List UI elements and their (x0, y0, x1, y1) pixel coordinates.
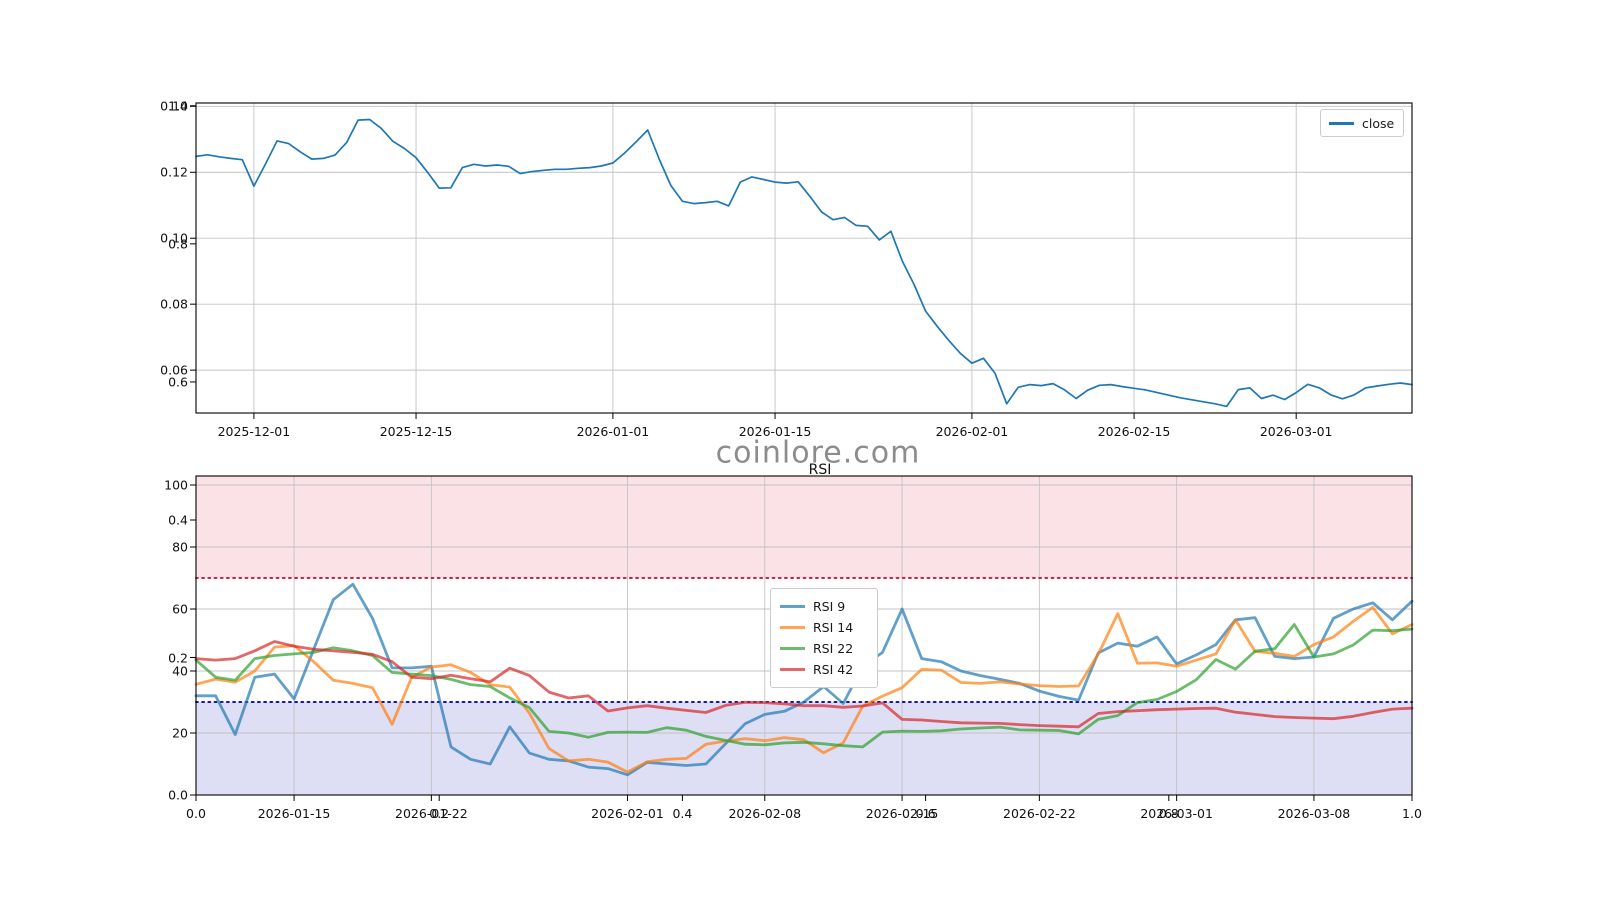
y-tick-label-secondary: 0.0 (168, 787, 188, 803)
y-tick-label-secondary: 0.8 (168, 236, 188, 252)
y-tick-label: 0.12 (160, 164, 188, 180)
x-tick-label-secondary: 0.2 (429, 806, 450, 821)
oversold-band (196, 701, 1412, 795)
rsi-legend-row: RSI 22 (780, 638, 868, 659)
x-tick-label: 2026-02-15 (1097, 424, 1171, 439)
rsi-legend-row: RSI 9 (780, 596, 868, 617)
x-tick-label: 2026-03-01 (1259, 424, 1333, 439)
x-tick-label: 2026-02-01 (935, 424, 1009, 439)
rsi22-line-sample-icon (780, 647, 805, 650)
series-line-close (195, 118, 1413, 408)
rsi-legend: RSI 9 RSI 14 RSI 22 RSI 42 (770, 588, 878, 688)
price-legend: close (1320, 109, 1404, 137)
rsi42-legend-label: RSI 42 (813, 662, 854, 677)
x-tick-label: 2026-02-01 (591, 806, 664, 821)
x-tick-label-secondary: 0.0 (186, 806, 206, 821)
chart-figure: 2025-12-01 2025-12-15 2026-01-01 2026-01-15… (0, 0, 1600, 900)
panel-border (195, 102, 1413, 414)
y-tick-label-secondary: 1.0 (168, 98, 188, 114)
x-tick-label: 2026-01-01 (576, 424, 650, 439)
x-tick-label: 2026-03-08 (1277, 806, 1351, 821)
y-tick-label: 100 (164, 477, 188, 493)
rsi-legend-row: RSI 14 (780, 617, 868, 638)
x-tick-label-secondary: 0.6 (915, 806, 936, 821)
x-tick-label: 2026-01-15 (257, 806, 331, 821)
y-tick-label: 60 (172, 601, 188, 617)
y-tick-label-secondary: 0.6 (168, 374, 188, 390)
y-tick-label: 20 (172, 725, 188, 741)
x-tick-label-secondary: 0.8 (1158, 806, 1179, 821)
rsi42-line-sample-icon (780, 668, 805, 671)
x-tick-label: 2025-12-01 (217, 424, 291, 439)
rsi22-legend-label: RSI 22 (813, 641, 854, 656)
x-tick-label-secondary: 1.0 (1402, 806, 1422, 821)
rsi9-line-sample-icon (780, 605, 805, 608)
y-tick-label: 40 (172, 663, 188, 679)
rsi-legend-row: RSI 42 (780, 659, 868, 680)
y-tick-label-secondary: 0.2 (168, 650, 188, 665)
x-tick-label: 2026-02-08 (728, 806, 802, 821)
rsi9-legend-label: RSI 9 (813, 599, 846, 614)
rsi-panel-title: RSI (808, 462, 832, 478)
x-tick-label-secondary: 0.4 (672, 806, 693, 821)
close-line-sample-icon (1329, 121, 1354, 125)
y-tick-label-secondary: 0.4 (168, 512, 188, 528)
close-legend-label: close (1362, 115, 1395, 131)
x-tick-label: 2025-12-15 (379, 424, 453, 439)
x-tick-label: 2026-02-22 (1003, 806, 1076, 821)
y-tick-label: 80 (172, 539, 188, 555)
overbought-band (196, 476, 1412, 578)
rsi14-line-sample-icon (780, 626, 805, 629)
rsi14-legend-label: RSI 14 (813, 620, 854, 635)
y-tick-label: 0.08 (160, 296, 188, 312)
